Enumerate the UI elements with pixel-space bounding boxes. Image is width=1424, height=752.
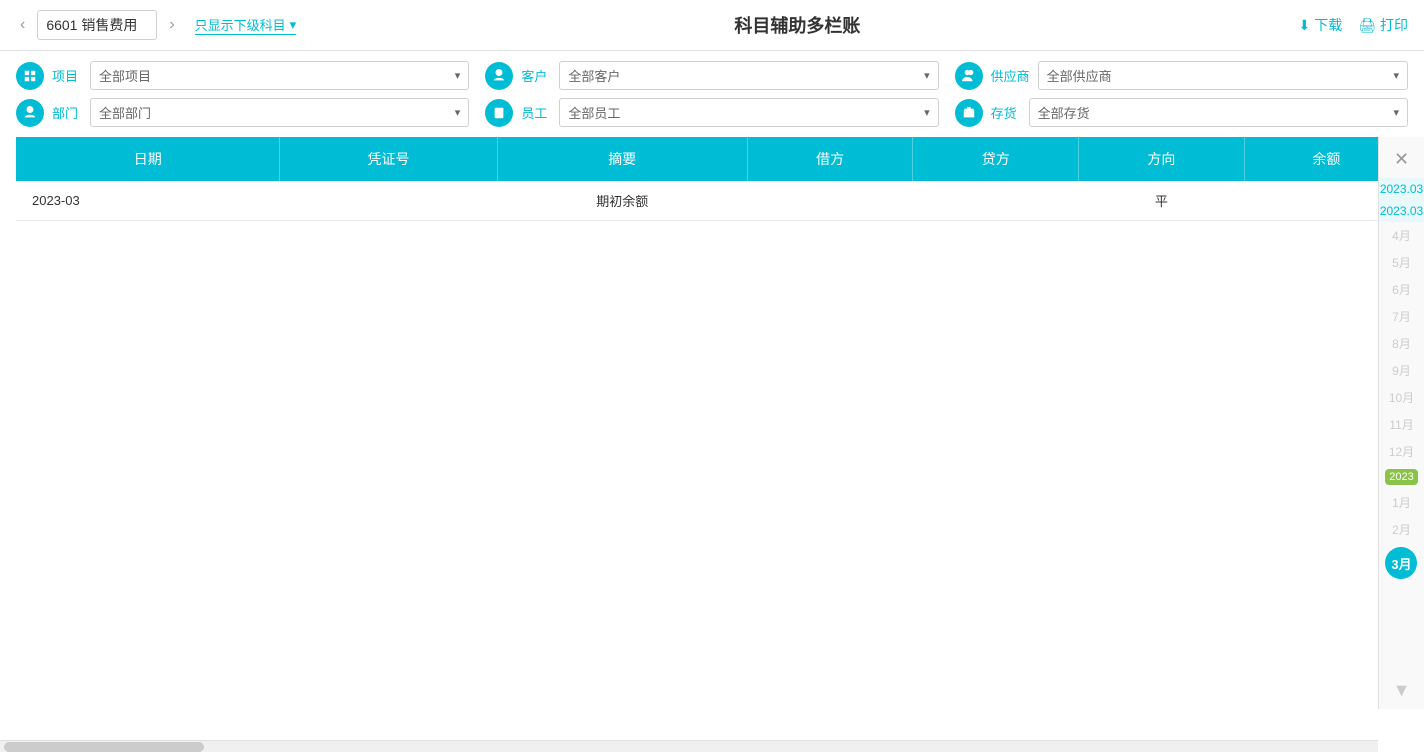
- print-button[interactable]: 🖨 打印: [1358, 15, 1408, 35]
- employee-icon: [485, 99, 513, 127]
- inventory-icon: [955, 99, 983, 127]
- project-select[interactable]: 全部项目 ▾: [90, 61, 469, 90]
- department-select[interactable]: 全部部门 ▾: [90, 98, 469, 127]
- chevron-down-icon: ▾: [455, 106, 461, 119]
- year-badge[interactable]: 2023: [1385, 469, 1417, 485]
- table-row[interactable]: 2023-03 期初余额 平: [16, 181, 1408, 221]
- prev-account-button[interactable]: ‹: [16, 14, 29, 36]
- col-credit: 贷方: [913, 137, 1079, 181]
- page-title: 科目辅助多栏账: [304, 12, 1290, 38]
- scroll-thumb[interactable]: [4, 742, 204, 752]
- col-direction: 方向: [1079, 137, 1245, 181]
- sidebar-active-month[interactable]: 3月: [1385, 547, 1417, 579]
- cell-voucher: [280, 181, 497, 221]
- sidebar-month-item[interactable]: 2月: [1385, 516, 1417, 543]
- sidebar-month-item[interactable]: 8月: [1385, 330, 1417, 357]
- sidebar-month-item[interactable]: 11月: [1385, 411, 1417, 438]
- col-debit: 借方: [747, 137, 913, 181]
- employee-filter: 员工 全部员工 ▾: [485, 98, 938, 127]
- supplier-select[interactable]: 全部供应商 ▾: [1038, 61, 1408, 90]
- sidebar-month-item[interactable]: 7月: [1385, 303, 1417, 330]
- department-label: 部门: [52, 103, 82, 122]
- chevron-down-icon: ▾: [455, 69, 461, 82]
- chevron-down-icon: ▾: [924, 69, 930, 82]
- sidebar-month-item[interactable]: 4月: [1385, 222, 1417, 249]
- sidebar-down-icon[interactable]: ▼: [1389, 676, 1415, 705]
- cell-debit: [747, 181, 913, 221]
- cell-credit: [913, 181, 1079, 221]
- cell-summary: 期初余额: [497, 181, 747, 221]
- sidebar-month-item[interactable]: 1月: [1385, 489, 1417, 516]
- employee-label: 员工: [521, 103, 551, 122]
- chevron-down-icon: ▾: [290, 17, 297, 33]
- download-button[interactable]: ⬇ 下载: [1298, 15, 1342, 35]
- sidebar-month-item[interactable]: 5月: [1385, 249, 1417, 276]
- data-table: 日期 凭证号 摘要 借方 贷方 方向 余额 2023-03 期初余额 平: [16, 137, 1408, 221]
- cell-direction: 平: [1079, 181, 1245, 221]
- account-label: 6601 销售费用: [37, 10, 157, 40]
- sidebar-month-item[interactable]: 9月: [1385, 357, 1417, 384]
- supplier-filter: 供应商 全部供应商 ▾: [955, 61, 1408, 90]
- col-summary: 摘要: [497, 137, 747, 181]
- customer-icon: [485, 62, 513, 90]
- cell-date: 2023-03: [16, 181, 280, 221]
- supplier-icon: [955, 62, 983, 90]
- sidebar-month-item[interactable]: 6月: [1385, 276, 1417, 303]
- chevron-down-icon: ▾: [1393, 106, 1399, 119]
- table-area: 日期 凭证号 摘要 借方 贷方 方向 余额 2023-03 期初余额 平: [16, 137, 1408, 709]
- customer-filter: 客户 全部客户 ▾: [485, 61, 938, 90]
- department-icon: [16, 99, 44, 127]
- project-icon: [16, 62, 44, 90]
- col-date: 日期: [16, 137, 280, 181]
- project-label: 项目: [52, 66, 82, 85]
- inventory-filter: 存货 全部存货 ▾: [955, 98, 1408, 127]
- supplier-label: 供应商: [991, 66, 1030, 85]
- chevron-down-icon: ▾: [1393, 69, 1399, 82]
- inventory-select[interactable]: 全部存货 ▾: [1029, 98, 1408, 127]
- sidebar-period-1[interactable]: 2023.03: [1378, 178, 1424, 200]
- next-account-button[interactable]: ›: [165, 14, 178, 36]
- print-icon: 🖨: [1358, 17, 1376, 34]
- download-icon: ⬇: [1298, 17, 1310, 34]
- col-voucher: 凭证号: [280, 137, 497, 181]
- sidebar-month-item[interactable]: 10月: [1385, 384, 1417, 411]
- sidebar-close-icon[interactable]: ✕: [1386, 141, 1417, 178]
- inventory-label: 存货: [991, 103, 1021, 122]
- department-filter: 部门 全部部门 ▾: [16, 98, 469, 127]
- right-sidebar: ✕ 2023.03 2023.03 4月5月6月7月8月9月10月11月12月 2…: [1378, 137, 1424, 709]
- chevron-down-icon: ▾: [924, 106, 930, 119]
- customer-select[interactable]: 全部客户 ▾: [559, 61, 938, 90]
- sidebar-period-2[interactable]: 2023.03: [1378, 200, 1424, 222]
- customer-label: 客户: [521, 66, 551, 85]
- horizontal-scrollbar[interactable]: [0, 740, 1378, 752]
- show-sub-button[interactable]: 只显示下级科目 ▾: [195, 15, 297, 35]
- employee-select[interactable]: 全部员工 ▾: [559, 98, 938, 127]
- project-filter: 项目 全部项目 ▾: [16, 61, 469, 90]
- sidebar-month-item[interactable]: 12月: [1385, 438, 1417, 465]
